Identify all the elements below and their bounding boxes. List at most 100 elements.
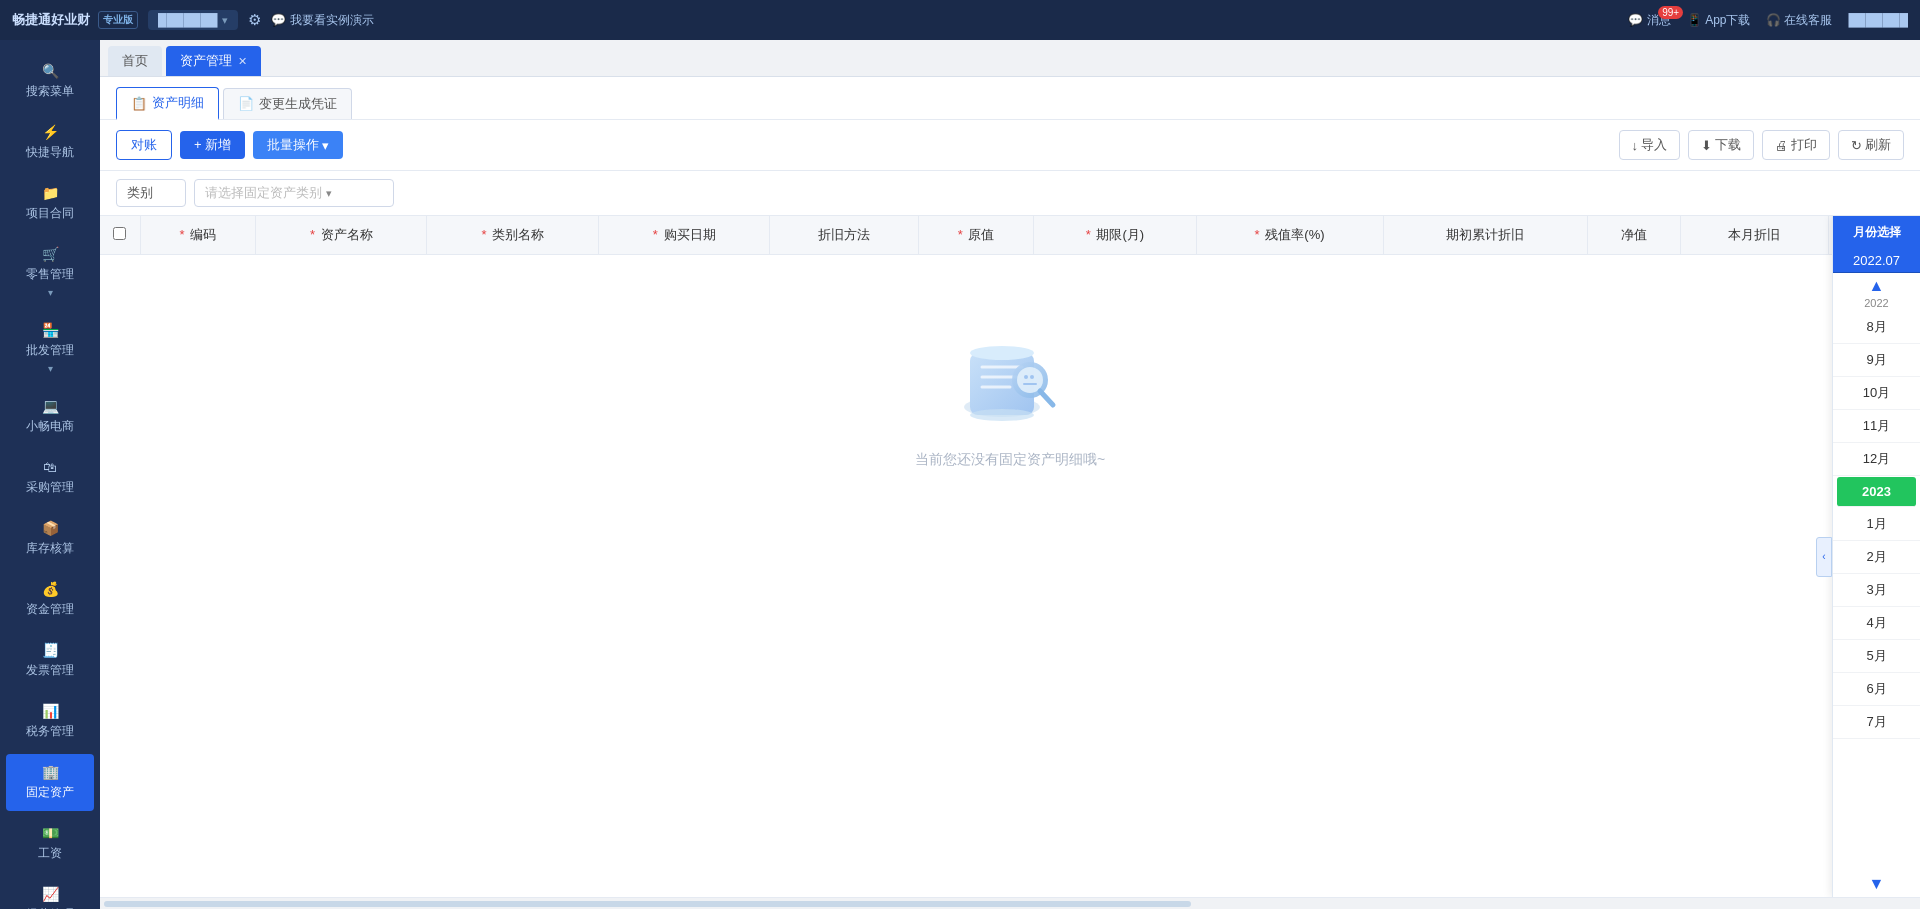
sidebar-item-project-label: 项目合同 (26, 205, 74, 222)
invoice-icon: 🧾 (42, 642, 59, 658)
search-icon: 🔍 (42, 63, 59, 79)
month-panel-toggle[interactable]: ‹ (1816, 537, 1832, 577)
empty-message: 当前您还没有固定资产明细哦~ (915, 451, 1105, 469)
svg-point-9 (1024, 375, 1028, 379)
sub-tab-change-voucher[interactable]: 📄 变更生成凭证 (223, 88, 352, 119)
empty-state-row: 当前您还没有固定资产明细哦~ (100, 255, 1920, 550)
sidebar-item-invoice[interactable]: 🧾 发票管理 (6, 632, 94, 689)
filter-bar: 类别 请选择固定资产类别 ▾ (100, 171, 1920, 216)
import-label: 导入 (1641, 136, 1667, 154)
print-button[interactable]: 🖨 打印 (1762, 130, 1830, 160)
current-month-display[interactable]: 2022.07 (1833, 249, 1920, 273)
tab-bar: 首页 资产管理 ✕ (100, 40, 1920, 77)
tab-assets-mgmt-label: 资产管理 (180, 52, 232, 70)
month-item-2023-6[interactable]: 6月 (1833, 673, 1920, 706)
category-select[interactable]: 类别 (116, 179, 186, 207)
sidebar-item-purchase[interactable]: 🛍 采购管理 (6, 449, 94, 506)
month-item-10[interactable]: 10月 (1833, 377, 1920, 410)
th-name: * 资产名称 (256, 216, 427, 255)
sidebar-item-operations[interactable]: 📈 经营管理 (6, 876, 94, 909)
sidebar-item-salary[interactable]: 💵 工资 (6, 815, 94, 872)
tab-home-label: 首页 (122, 52, 148, 70)
download-button[interactable]: ⬇ 下载 (1688, 130, 1754, 160)
th-checkbox[interactable] (100, 216, 140, 255)
tab-close-icon[interactable]: ✕ (238, 55, 247, 68)
month-item-2023-7[interactable]: 7月 (1833, 706, 1920, 739)
month-item-12[interactable]: 12月 (1833, 443, 1920, 476)
th-name-label: 资产名称 (321, 227, 373, 242)
th-category: * 类别名称 (427, 216, 598, 255)
current-month-value: 2022.07 (1853, 253, 1900, 268)
app-download-btn[interactable]: 📱 App下载 (1687, 12, 1750, 29)
sidebar-item-purchase-label: 采购管理 (26, 479, 74, 496)
sidebar-item-ecommerce[interactable]: 💻 小畅电商 (6, 388, 94, 445)
select-all-checkbox[interactable] (113, 227, 126, 240)
batch-arrow-icon: ▾ (322, 138, 329, 153)
sidebar-item-tax[interactable]: 📊 税务管理 (6, 693, 94, 750)
wholesale-icon: 🏪 (42, 322, 59, 338)
month-panel-title: 月份选择 (1853, 225, 1901, 239)
demo-link[interactable]: 💬 我要看实例演示 (271, 12, 374, 29)
th-residual-rate-label: 残值率(%) (1265, 227, 1324, 242)
month-item-11[interactable]: 11月 (1833, 410, 1920, 443)
add-button[interactable]: + 新增 (180, 131, 245, 159)
sidebar-item-inventory[interactable]: 📦 库存核算 (6, 510, 94, 567)
sidebar-nav: 🔍 搜索菜单 ⚡ 快捷导航 📁 项目合同 🛒 零售管理 ▾ 🏪 批发管理 ▾ (0, 40, 100, 909)
sidebar-item-finance[interactable]: 💰 资金管理 (6, 571, 94, 628)
sub-tabs: 📋 资产明细 📄 变更生成凭证 (100, 77, 1920, 120)
sidebar-item-quick-nav[interactable]: ⚡ 快捷导航 (6, 114, 94, 171)
th-accumulated-depreciation-label: 期初累计折旧 (1446, 227, 1524, 242)
required-star-original: * (958, 227, 963, 242)
import-icon: ↓ (1632, 138, 1639, 153)
month-item-2023-3[interactable]: 3月 (1833, 574, 1920, 607)
refresh-label: 刷新 (1865, 136, 1891, 154)
settings-btn[interactable]: ⚙ (248, 11, 261, 29)
user-info[interactable]: ███████ (1848, 13, 1908, 27)
month-item-9[interactable]: 9月 (1833, 344, 1920, 377)
month-item-2023-4[interactable]: 4月 (1833, 607, 1920, 640)
tab-home[interactable]: 首页 (108, 46, 162, 76)
month-item-2023-5[interactable]: 5月 (1833, 640, 1920, 673)
app-edition: 专业版 (98, 11, 138, 29)
svg-point-5 (970, 346, 1034, 360)
th-original-value: * 原值 (918, 216, 1034, 255)
online-service-btn[interactable]: 🎧 在线客服 (1766, 12, 1832, 29)
sub-tab-asset-detail[interactable]: 📋 资产明细 (116, 87, 219, 120)
message-icon: 💬 (1628, 13, 1643, 27)
operations-icon: 📈 (42, 886, 59, 902)
month-nav-up-button[interactable]: ▲ (1863, 277, 1891, 295)
sidebar-item-retail[interactable]: 🛒 零售管理 ▾ (6, 236, 94, 308)
company-selector[interactable]: ███████ ▾ (148, 10, 238, 30)
month-item-8[interactable]: 8月 (1833, 311, 1920, 344)
import-button[interactable]: ↓ 导入 (1619, 130, 1681, 160)
month-item-2023-2[interactable]: 2月 (1833, 541, 1920, 574)
required-star-code: * (179, 227, 184, 242)
required-star-purchase: * (653, 227, 658, 242)
sidebar-item-fixed-assets[interactable]: 🏢 固定资产 (6, 754, 94, 811)
sidebar-item-salary-label: 工资 (38, 845, 62, 862)
month-nav-down-button[interactable]: ▼ (1863, 875, 1891, 893)
horizontal-scrollbar[interactable] (100, 897, 1920, 909)
month-panel: 月份选择 2022.07 ▲ 2022 8月 9月 (1832, 216, 1920, 897)
sidebar-item-search[interactable]: 🔍 搜索菜单 (6, 53, 94, 110)
demo-text: 我要看实例演示 (290, 12, 374, 29)
duizhai-button[interactable]: 对账 (116, 130, 172, 160)
batch-button[interactable]: 批量操作 ▾ (253, 131, 343, 159)
th-original-value-label: 原值 (968, 227, 994, 242)
refresh-button[interactable]: ↻ 刷新 (1838, 130, 1904, 160)
tab-assets-mgmt[interactable]: 资产管理 ✕ (166, 46, 261, 76)
sidebar-item-wholesale[interactable]: 🏪 批发管理 ▾ (6, 312, 94, 384)
th-depreciation-method: 折旧方法 (770, 216, 918, 255)
category-input[interactable]: 请选择固定资产类别 ▾ (194, 179, 394, 207)
th-monthly-depreciation-label: 本月折旧 (1728, 227, 1780, 242)
month-item-2023-1[interactable]: 1月 (1833, 508, 1920, 541)
sidebar-item-project[interactable]: 📁 项目合同 (6, 175, 94, 232)
message-btn[interactable]: 💬 消息 99+ (1628, 12, 1671, 29)
filter-dropdown-arrow-icon: ▾ (326, 187, 332, 200)
quick-nav-icon: ⚡ (42, 124, 59, 140)
print-label: 打印 (1791, 136, 1817, 154)
phone-icon: 📱 (1687, 13, 1702, 27)
company-dropdown-arrow[interactable]: ▾ (222, 14, 228, 27)
project-icon: 📁 (42, 185, 59, 201)
required-star-residual: * (1255, 227, 1260, 242)
